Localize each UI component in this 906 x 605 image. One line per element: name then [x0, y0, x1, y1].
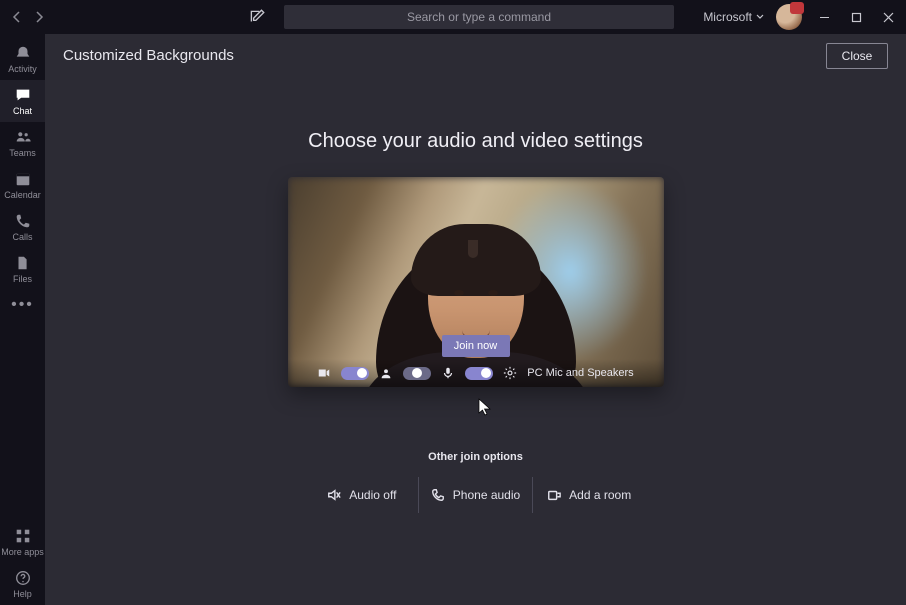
mic-icon	[441, 366, 455, 380]
join-now-label: Join now	[454, 340, 497, 352]
rail-label: Calendar	[4, 190, 41, 200]
window-minimize-button[interactable]	[814, 7, 834, 27]
panel-title: Customized Backgrounds	[63, 47, 234, 64]
option-label: Audio off	[349, 488, 396, 502]
search-input[interactable]: Search or type a command	[284, 5, 674, 29]
rail-item-calls[interactable]: Calls	[0, 206, 45, 248]
video-preview: Join now PC Mic and Speakers	[288, 177, 664, 387]
titlebar: Search or type a command Microsoft	[0, 0, 906, 34]
nav-back-button[interactable]	[8, 8, 26, 26]
window-maximize-button[interactable]	[846, 7, 866, 27]
other-options-row: Audio off Phone audio Add a room	[306, 477, 646, 513]
rail-label: Teams	[9, 148, 36, 158]
rail-item-files[interactable]: Files	[0, 248, 45, 290]
pre-join-panel: Customized Backgrounds Close Choose your…	[45, 34, 906, 605]
stage-heading: Choose your audio and video settings	[308, 130, 643, 153]
option-label: Phone audio	[453, 488, 520, 502]
phone-icon	[431, 488, 445, 502]
rail-overflow-button[interactable]: •••	[11, 290, 34, 320]
camera-icon	[317, 366, 331, 380]
search-placeholder: Search or type a command	[407, 10, 551, 24]
app-rail: Activity Chat Teams Calendar Calls Files…	[0, 34, 45, 605]
rail-label: Files	[13, 274, 32, 284]
background-fx-toggle[interactable]	[403, 367, 431, 380]
org-selector[interactable]: Microsoft	[703, 10, 764, 24]
rail-label: Help	[13, 589, 32, 599]
join-now-button[interactable]: Join now	[442, 335, 510, 357]
rail-item-calendar[interactable]: Calendar	[0, 164, 45, 206]
close-button-label: Close	[842, 49, 873, 63]
org-label: Microsoft	[703, 10, 752, 24]
camera-toggle[interactable]	[341, 367, 369, 380]
rail-label: More apps	[1, 547, 44, 557]
stage: Choose your audio and video settings Joi…	[45, 78, 906, 605]
option-audio-off[interactable]: Audio off	[306, 477, 419, 513]
option-phone-audio[interactable]: Phone audio	[418, 477, 532, 513]
compose-icon[interactable]	[248, 8, 266, 26]
panel-header: Customized Backgrounds Close	[45, 34, 906, 78]
rail-label: Calls	[12, 232, 32, 242]
rail-item-help[interactable]: Help	[0, 563, 45, 605]
other-options-label: Other join options	[428, 451, 523, 463]
room-icon	[547, 488, 561, 502]
rail-label: Chat	[13, 106, 32, 116]
rail-item-more-apps[interactable]: More apps	[0, 521, 45, 563]
close-button[interactable]: Close	[826, 43, 888, 69]
mouse-cursor-icon	[478, 398, 492, 416]
rail-item-activity[interactable]: Activity	[0, 38, 45, 80]
option-label: Add a room	[569, 488, 631, 502]
device-label[interactable]: PC Mic and Speakers	[527, 367, 633, 379]
rail-item-teams[interactable]: Teams	[0, 122, 45, 164]
audio-off-icon	[327, 488, 341, 502]
window-close-button[interactable]	[878, 7, 898, 27]
option-add-room[interactable]: Add a room	[532, 477, 646, 513]
device-bar: PC Mic and Speakers	[288, 359, 664, 387]
rail-item-chat[interactable]: Chat	[0, 80, 45, 122]
nav-forward-button[interactable]	[30, 8, 48, 26]
user-avatar[interactable]	[776, 4, 802, 30]
mic-toggle[interactable]	[465, 367, 493, 380]
rail-label: Activity	[8, 64, 37, 74]
background-fx-icon	[379, 366, 393, 380]
settings-gear-icon[interactable]	[503, 366, 517, 380]
